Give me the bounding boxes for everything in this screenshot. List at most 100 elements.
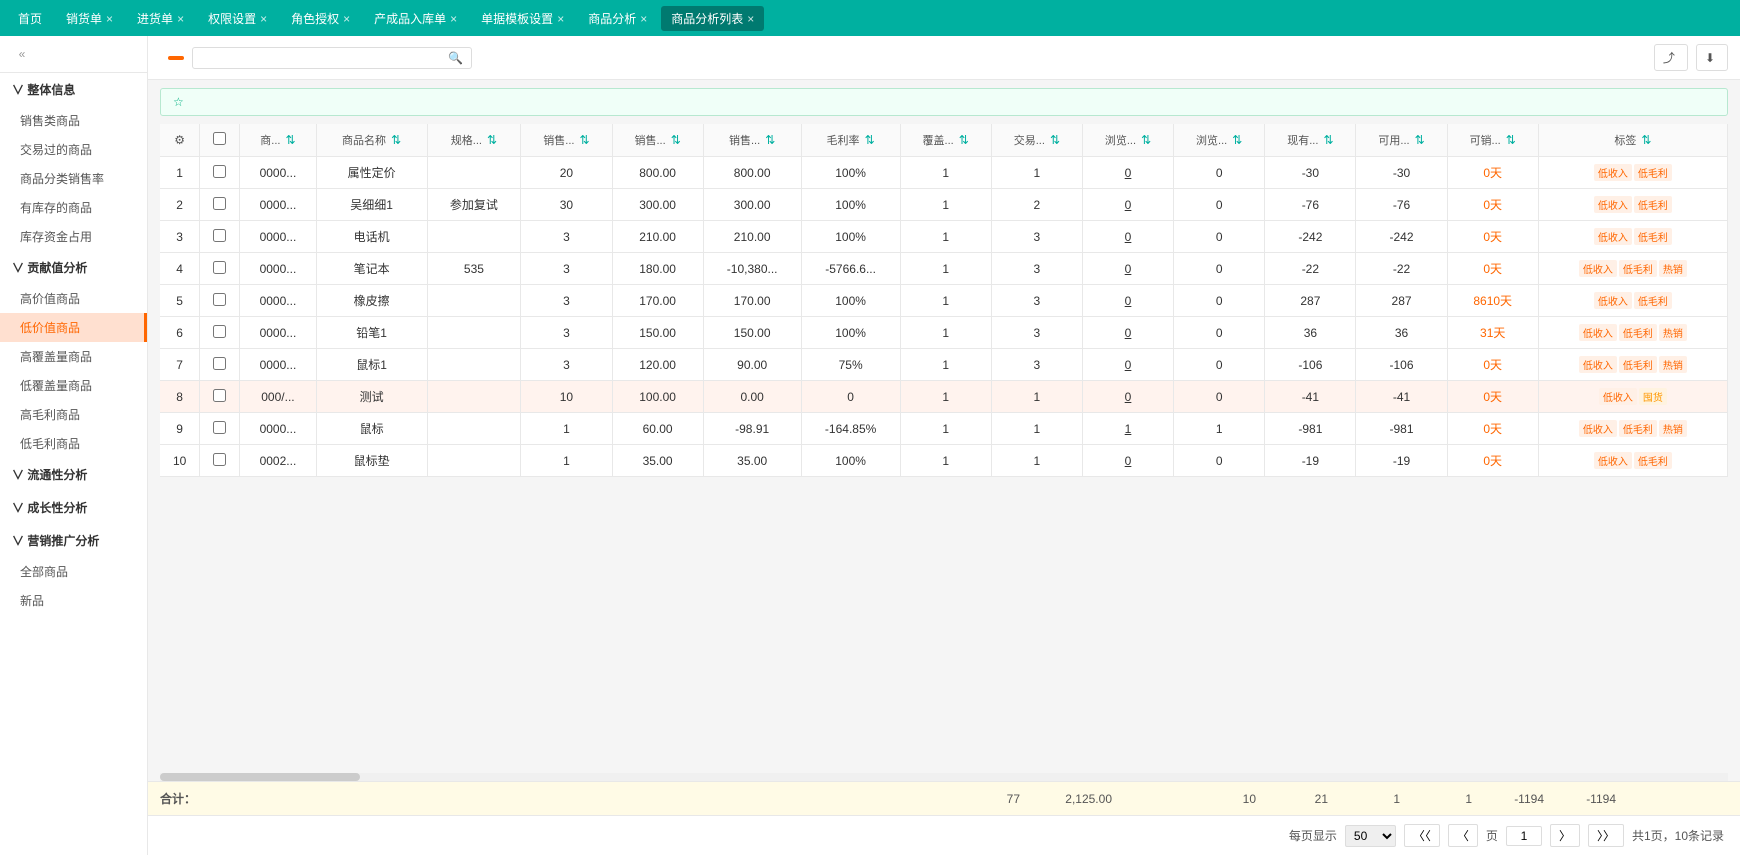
page-number-input[interactable]: [1506, 826, 1542, 846]
time-tag-btn[interactable]: [168, 56, 184, 60]
sort-icon-trade[interactable]: ⇅: [1050, 133, 1060, 147]
scrollbar-thumb[interactable]: [160, 773, 360, 781]
view1-link[interactable]: 0: [1125, 326, 1132, 340]
sidebar-group-∨ 成长性分析[interactable]: ∨ 成长性分析: [0, 491, 147, 524]
sort-icon-sales_amount[interactable]: ⇅: [765, 133, 775, 147]
col-header-sales_price[interactable]: 销售... ⇅: [612, 124, 703, 157]
col-header-name[interactable]: 商品名称 ⇅: [316, 124, 427, 157]
search-box[interactable]: 🔍: [192, 47, 472, 69]
view1-link[interactable]: 0: [1125, 262, 1132, 276]
sidebar-item-新品[interactable]: 新品: [0, 586, 147, 615]
sort-icon-sellable_days[interactable]: ⇅: [1506, 133, 1516, 147]
sidebar-item-销售类商品[interactable]: 销售类商品: [0, 106, 147, 135]
scrollbar-area[interactable]: [160, 773, 1728, 781]
row-checkbox[interactable]: [213, 453, 226, 466]
sort-icon-gross_margin[interactable]: ⇅: [865, 133, 875, 147]
view1-link[interactable]: 0: [1125, 198, 1132, 212]
sidebar-item-交易过的商品[interactable]: 交易过的商品: [0, 135, 147, 164]
sort-icon-coverage[interactable]: ⇅: [959, 133, 969, 147]
col-header-tags[interactable]: 标签 ⇅: [1538, 124, 1727, 157]
row-checkbox[interactable]: [213, 325, 226, 338]
sidebar-group-∨ 营销推广分析[interactable]: ∨ 营销推广分析: [0, 524, 147, 557]
nav-item-商品分析列表[interactable]: 商品分析列表×: [661, 6, 764, 31]
sort-icon-available_stock[interactable]: ⇅: [1415, 133, 1425, 147]
per-page-select[interactable]: 50 100 200: [1345, 825, 1396, 847]
col-header-code[interactable]: 商... ⇅: [240, 124, 316, 157]
nav-close-icon[interactable]: ×: [343, 12, 350, 26]
first-page-btn[interactable]: 〈〈: [1404, 824, 1440, 847]
view1-link[interactable]: 1: [1125, 422, 1132, 436]
select-all-checkbox[interactable]: [213, 132, 226, 145]
sort-icon-sales_qty[interactable]: ⇅: [580, 133, 590, 147]
sidebar-group-∨ 贡献值分析[interactable]: ∨ 贡献值分析: [0, 251, 147, 284]
row-checkbox[interactable]: [213, 293, 226, 306]
nav-close-icon[interactable]: ×: [640, 12, 647, 26]
col-header-available_stock[interactable]: 可用... ⇅: [1356, 124, 1447, 157]
sort-icon-name[interactable]: ⇅: [391, 133, 401, 147]
nav-close-icon[interactable]: ×: [260, 12, 267, 26]
sort-icon-view2[interactable]: ⇅: [1232, 133, 1242, 147]
view1-link[interactable]: 0: [1125, 294, 1132, 308]
nav-close-icon[interactable]: ×: [450, 12, 457, 26]
sort-icon-spec[interactable]: ⇅: [487, 133, 497, 147]
collapse-sidebar-btn[interactable]: «: [12, 44, 32, 64]
sidebar-group-∨ 整体信息[interactable]: ∨ 整体信息: [0, 73, 147, 106]
nav-item-权限设置[interactable]: 权限设置×: [198, 6, 277, 31]
prev-page-btn[interactable]: 〈: [1448, 824, 1478, 847]
share-button[interactable]: ⤴: [1654, 44, 1688, 71]
next-page-btn[interactable]: 〉: [1550, 824, 1580, 847]
nav-item-进货单[interactable]: 进货单×: [127, 6, 194, 31]
nav-item-商品分析[interactable]: 商品分析×: [578, 6, 657, 31]
sidebar-group-∨ 流通性分析[interactable]: ∨ 流通性分析: [0, 458, 147, 491]
search-icon[interactable]: 🔍: [448, 51, 463, 65]
sort-icon-tags[interactable]: ⇅: [1641, 133, 1651, 147]
nav-item-首页[interactable]: 首页: [8, 6, 52, 31]
nav-close-icon[interactable]: ×: [747, 12, 754, 26]
row-checkbox[interactable]: [213, 229, 226, 242]
nav-item-销货单[interactable]: 销货单×: [56, 6, 123, 31]
view1-link[interactable]: 0: [1125, 390, 1132, 404]
col-header-view1[interactable]: 浏览... ⇅: [1082, 124, 1173, 157]
row-checkbox[interactable]: [213, 165, 226, 178]
sort-icon-current_stock[interactable]: ⇅: [1323, 133, 1333, 147]
col-header-trade[interactable]: 交易... ⇅: [991, 124, 1082, 157]
col-header-sellable_days[interactable]: 可销... ⇅: [1447, 124, 1538, 157]
col-header-sales_amount[interactable]: 销售... ⇅: [703, 124, 801, 157]
view1-link[interactable]: 0: [1125, 358, 1132, 372]
sort-icon-view1[interactable]: ⇅: [1141, 133, 1151, 147]
col-header-spec[interactable]: 规格... ⇅: [427, 124, 521, 157]
nav-item-单据模板设置[interactable]: 单据模板设置×: [471, 6, 574, 31]
export-button[interactable]: ⬇: [1696, 44, 1728, 71]
sidebar-item-低价值商品[interactable]: 低价值商品: [0, 313, 147, 342]
settings-icon[interactable]: ⚙: [174, 133, 185, 147]
nav-close-icon[interactable]: ×: [557, 12, 564, 26]
sort-icon-sales_price[interactable]: ⇅: [671, 133, 681, 147]
nav-item-角色授权[interactable]: 角色授权×: [281, 6, 360, 31]
col-header-coverage[interactable]: 覆盖... ⇅: [900, 124, 991, 157]
sidebar-item-有库存的商品[interactable]: 有库存的商品: [0, 193, 147, 222]
sort-icon-code[interactable]: ⇅: [286, 133, 296, 147]
last-page-btn[interactable]: 〉〉: [1588, 824, 1624, 847]
row-checkbox[interactable]: [213, 389, 226, 402]
nav-close-icon[interactable]: ×: [106, 12, 113, 26]
col-header-view2[interactable]: 浏览... ⇅: [1174, 124, 1265, 157]
view1-link[interactable]: 0: [1125, 230, 1132, 244]
sidebar-item-低覆盖量商品[interactable]: 低覆盖量商品: [0, 371, 147, 400]
sidebar-item-库存资金占用[interactable]: 库存资金占用: [0, 222, 147, 251]
sidebar-item-高覆盖量商品[interactable]: 高覆盖量商品: [0, 342, 147, 371]
view1-link[interactable]: 0: [1125, 454, 1132, 468]
nav-item-产成品入库单[interactable]: 产成品入库单×: [364, 6, 467, 31]
row-checkbox[interactable]: [213, 421, 226, 434]
row-checkbox[interactable]: [213, 357, 226, 370]
search-input[interactable]: [201, 51, 448, 65]
sidebar-item-高价值商品[interactable]: 高价值商品: [0, 284, 147, 313]
nav-close-icon[interactable]: ×: [177, 12, 184, 26]
col-header-sales_qty[interactable]: 销售... ⇅: [521, 124, 612, 157]
sidebar-item-高毛利商品[interactable]: 高毛利商品: [0, 400, 147, 429]
col-header-gross_margin[interactable]: 毛利率 ⇅: [801, 124, 900, 157]
sidebar-item-低毛利商品[interactable]: 低毛利商品: [0, 429, 147, 458]
row-checkbox[interactable]: [213, 197, 226, 210]
sidebar-item-全部商品[interactable]: 全部商品: [0, 557, 147, 586]
row-checkbox[interactable]: [213, 261, 226, 274]
view1-link[interactable]: 0: [1125, 166, 1132, 180]
